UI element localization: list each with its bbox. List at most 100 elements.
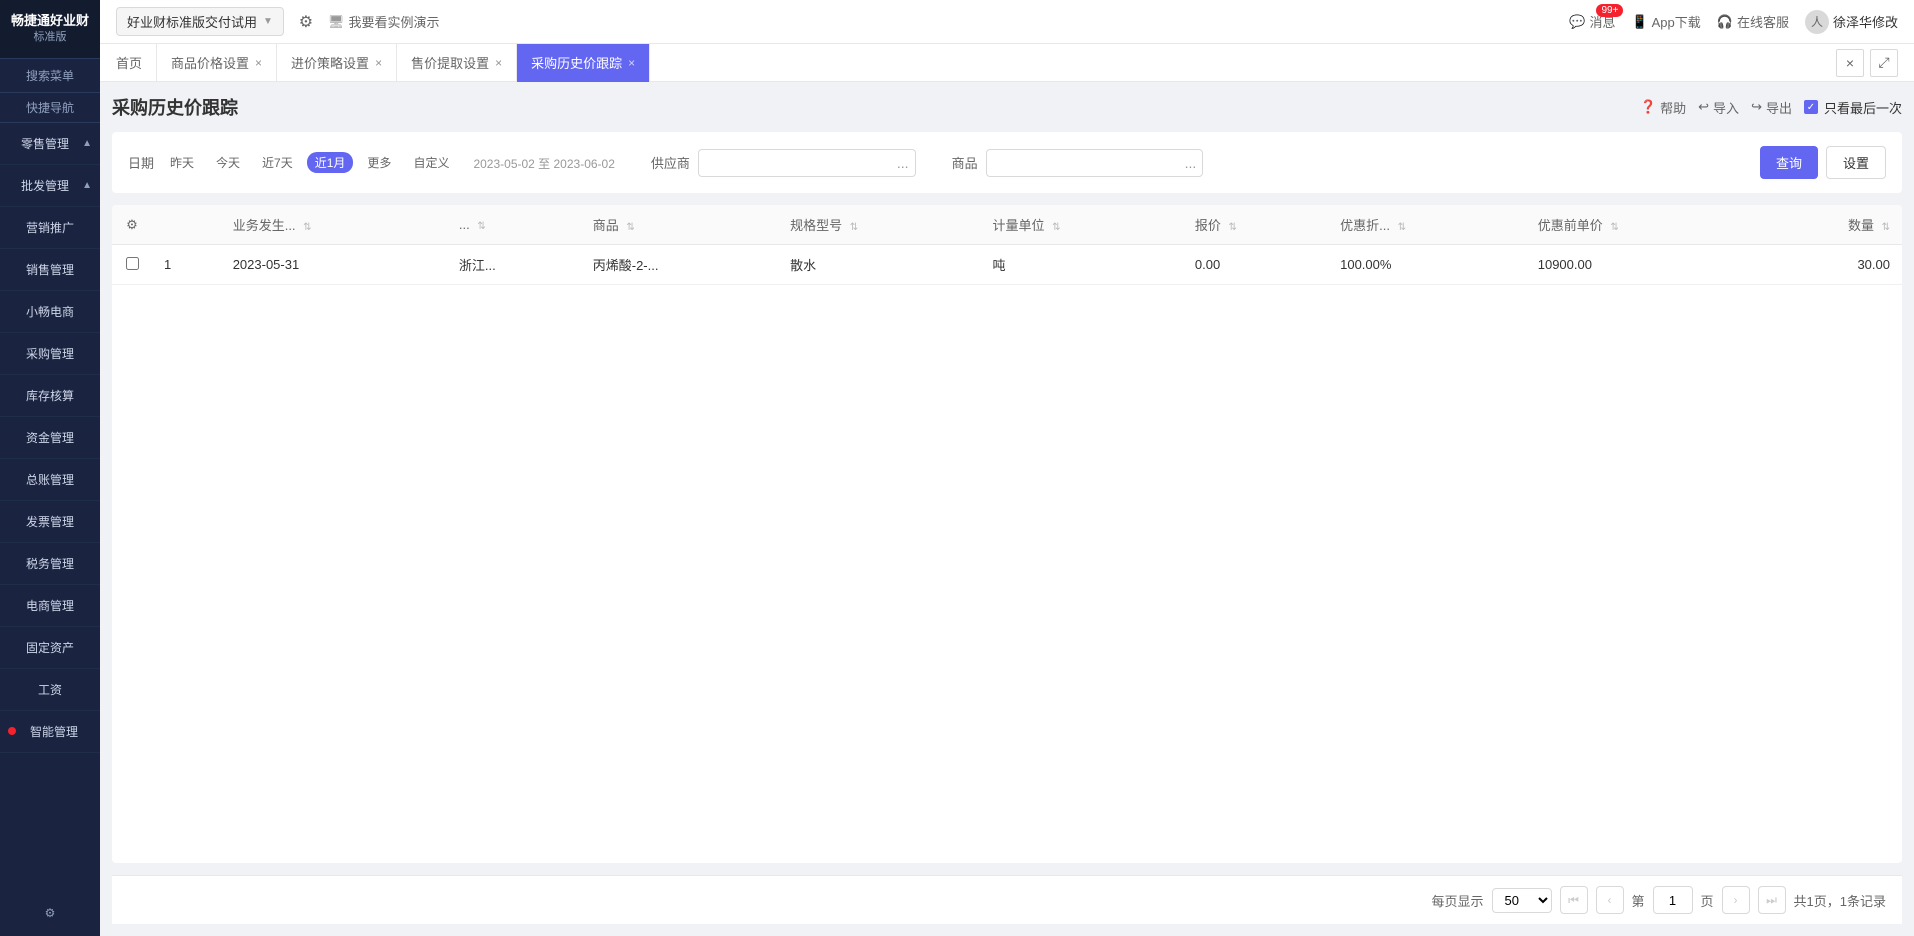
help-link[interactable]: ❓ 帮助 (1640, 98, 1686, 117)
sidebar-item-salary[interactable]: 工资 (0, 669, 100, 711)
th-settings[interactable]: ⚙ (112, 205, 152, 245)
td-supplier: 浙江... (447, 245, 581, 285)
sidebar-item-smart[interactable]: 智能管理 (0, 711, 100, 753)
sidebar-item-ecom-small[interactable]: 小畅电商 (0, 291, 100, 333)
tab-price-settings-label: 商品价格设置 (171, 53, 249, 72)
td-discount: 100.00% (1328, 245, 1526, 285)
sidebar-item-ecom[interactable]: 电商管理 (0, 585, 100, 627)
td-goods: 丙烯酸-2-... (581, 245, 778, 285)
query-button[interactable]: 查询 (1760, 146, 1818, 179)
first-page-button[interactable]: ⏮ (1560, 886, 1588, 914)
sidebar-item-tax-label: 税务管理 (8, 555, 92, 572)
tab-window-actions: × ⤢ (1836, 49, 1898, 77)
td-qty: 30.00 (1757, 245, 1902, 285)
tab-purchase-strategy-close[interactable]: × (375, 56, 382, 70)
export-button[interactable]: ↪ 导出 (1751, 98, 1792, 117)
sidebar-item-assets[interactable]: 固定资产 (0, 627, 100, 669)
sidebar-item-ledger[interactable]: 总账管理 (0, 459, 100, 501)
tab-history-price-close[interactable]: × (628, 56, 635, 70)
sidebar-nav[interactable]: 快捷导航 (0, 93, 100, 123)
tab-home[interactable]: 首页 (116, 44, 157, 82)
app-download-button[interactable]: 📱 App下载 (1631, 12, 1700, 31)
topbar-settings-button[interactable]: ⚙ (292, 8, 320, 36)
data-table: ⚙ 业务发生... ⇅ ... ⇅ 商品 ⇅ 规格型号 ⇅ 计量单位 ⇅ 报价 … (112, 205, 1902, 285)
date-options: 昨天 今天 近7天 近1月 更多 自定义 (162, 152, 457, 173)
online-service-button[interactable]: 🎧 在线客服 (1717, 12, 1789, 31)
window-expand-button[interactable]: ⤢ (1870, 49, 1898, 77)
page-title: 采购历史价跟踪 (112, 94, 238, 120)
tab-bar: 首页 商品价格设置 × 进价策略设置 × 售价提取设置 × 采购历史价跟踪 × … (100, 44, 1914, 82)
prev-page-button[interactable]: ‹ (1596, 886, 1624, 914)
tab-price-settings[interactable]: 商品价格设置 × (157, 44, 277, 82)
date-last1m[interactable]: 近1月 (307, 152, 354, 173)
date-today[interactable]: 今天 (208, 152, 248, 173)
sidebar-item-smart-label: 智能管理 (16, 723, 92, 740)
user-menu[interactable]: 人 徐泽华修改 (1805, 10, 1898, 34)
tab-purchase-strategy[interactable]: 进价策略设置 × (277, 44, 397, 82)
tab-sale-extract-close[interactable]: × (495, 56, 502, 70)
total-info: 共1页，1条记录 (1794, 891, 1886, 910)
sidebar-item-invoice-label: 发票管理 (8, 513, 92, 530)
filter-row: 日期 昨天 今天 近7天 近1月 更多 自定义 2023-05-02 至 202… (128, 146, 1886, 179)
th-supplier[interactable]: ... ⇅ (447, 205, 581, 245)
th-unit[interactable]: 计量单位 ⇅ (981, 205, 1183, 245)
export-icon: ↪ (1751, 99, 1762, 115)
tab-history-price-label: 采购历史价跟踪 (531, 53, 622, 72)
window-close-button[interactable]: × (1836, 49, 1864, 77)
date-custom[interactable]: 自定义 (405, 152, 457, 173)
tab-sale-extract[interactable]: 售价提取设置 × (397, 44, 517, 82)
only-last-checkbox[interactable]: 只看最后一次 (1804, 98, 1902, 117)
tab-price-settings-close[interactable]: × (255, 56, 262, 70)
date-more[interactable]: 更多 (359, 152, 399, 173)
tab-sale-extract-label: 售价提取设置 (411, 53, 489, 72)
date-yesterday[interactable]: 昨天 (162, 152, 202, 173)
td-checkbox[interactable] (112, 245, 152, 285)
sort-icon-price: ⇅ (1229, 222, 1237, 233)
sidebar-item-marketing[interactable]: 营销推广 (0, 207, 100, 249)
sidebar-item-purchase[interactable]: 采购管理 (0, 333, 100, 375)
goods-input[interactable] (987, 155, 1179, 170)
th-discount[interactable]: 优惠折... ⇅ (1328, 205, 1526, 245)
sidebar-item-assets-label: 固定资产 (8, 639, 92, 656)
tab-history-price[interactable]: 采购历史价跟踪 × (517, 44, 650, 82)
sidebar-item-wholesale-label: 批发管理 (8, 177, 82, 194)
th-goods[interactable]: 商品 ⇅ (581, 205, 778, 245)
message-button[interactable]: 💬 消息 99+ (1569, 12, 1615, 31)
sidebar-item-sales[interactable]: 销售管理 (0, 249, 100, 291)
username-label: 徐泽华修改 (1833, 12, 1898, 31)
next-page-button[interactable]: › (1722, 886, 1750, 914)
th-spec[interactable]: 规格型号 ⇅ (778, 205, 980, 245)
supplier-filter-label: 供应商 (651, 153, 690, 172)
per-page-select[interactable]: 50 20 100 200 (1492, 888, 1552, 913)
supplier-input[interactable] (699, 155, 891, 170)
date-last7[interactable]: 近7天 (254, 152, 301, 173)
sort-icon-before-price: ⇅ (1610, 222, 1618, 233)
import-button[interactable]: ↩ 导入 (1698, 98, 1739, 117)
th-biz-date[interactable]: 业务发生... ⇅ (221, 205, 447, 245)
supplier-dots[interactable]: ... (891, 155, 915, 171)
sidebar-item-tax[interactable]: 税务管理 (0, 543, 100, 585)
th-price[interactable]: 报价 ⇅ (1183, 205, 1328, 245)
online-service-label: 在线客服 (1737, 12, 1789, 31)
version-selector[interactable]: 好业财标准版交付试用 ▼ (116, 7, 284, 36)
sidebar-item-invoice[interactable]: 发票管理 (0, 501, 100, 543)
gear-icon: ⚙ (45, 906, 56, 920)
sidebar-settings-button[interactable]: ⚙ (8, 900, 92, 926)
sidebar-item-wholesale[interactable]: 批发管理 ▲ (0, 165, 100, 207)
message-icon: 💬 (1569, 14, 1585, 30)
settings-button[interactable]: 设置 (1826, 146, 1886, 179)
sidebar-item-marketing-label: 营销推广 (8, 219, 92, 236)
th-qty[interactable]: 数量 ⇅ (1757, 205, 1902, 245)
sidebar-item-inventory[interactable]: 库存核算 (0, 375, 100, 417)
sidebar-item-retail[interactable]: 零售管理 ▲ (0, 123, 100, 165)
table-row: 1 2023-05-31 浙江... 丙烯酸-2-... 散水 吨 0.00 1… (112, 245, 1902, 285)
sidebar-search[interactable]: 搜索菜单 (0, 59, 100, 93)
sidebar-item-finance[interactable]: 资金管理 (0, 417, 100, 459)
goods-dots[interactable]: ... (1179, 155, 1203, 171)
avatar: 人 (1805, 10, 1829, 34)
th-before-price[interactable]: 优惠前单价 ⇅ (1526, 205, 1757, 245)
import-label: 导入 (1713, 98, 1739, 117)
page-input[interactable] (1653, 886, 1693, 914)
last-page-button[interactable]: ⏭ (1758, 886, 1786, 914)
demo-button[interactable]: 🖥 我要看实例演示 (328, 12, 440, 31)
